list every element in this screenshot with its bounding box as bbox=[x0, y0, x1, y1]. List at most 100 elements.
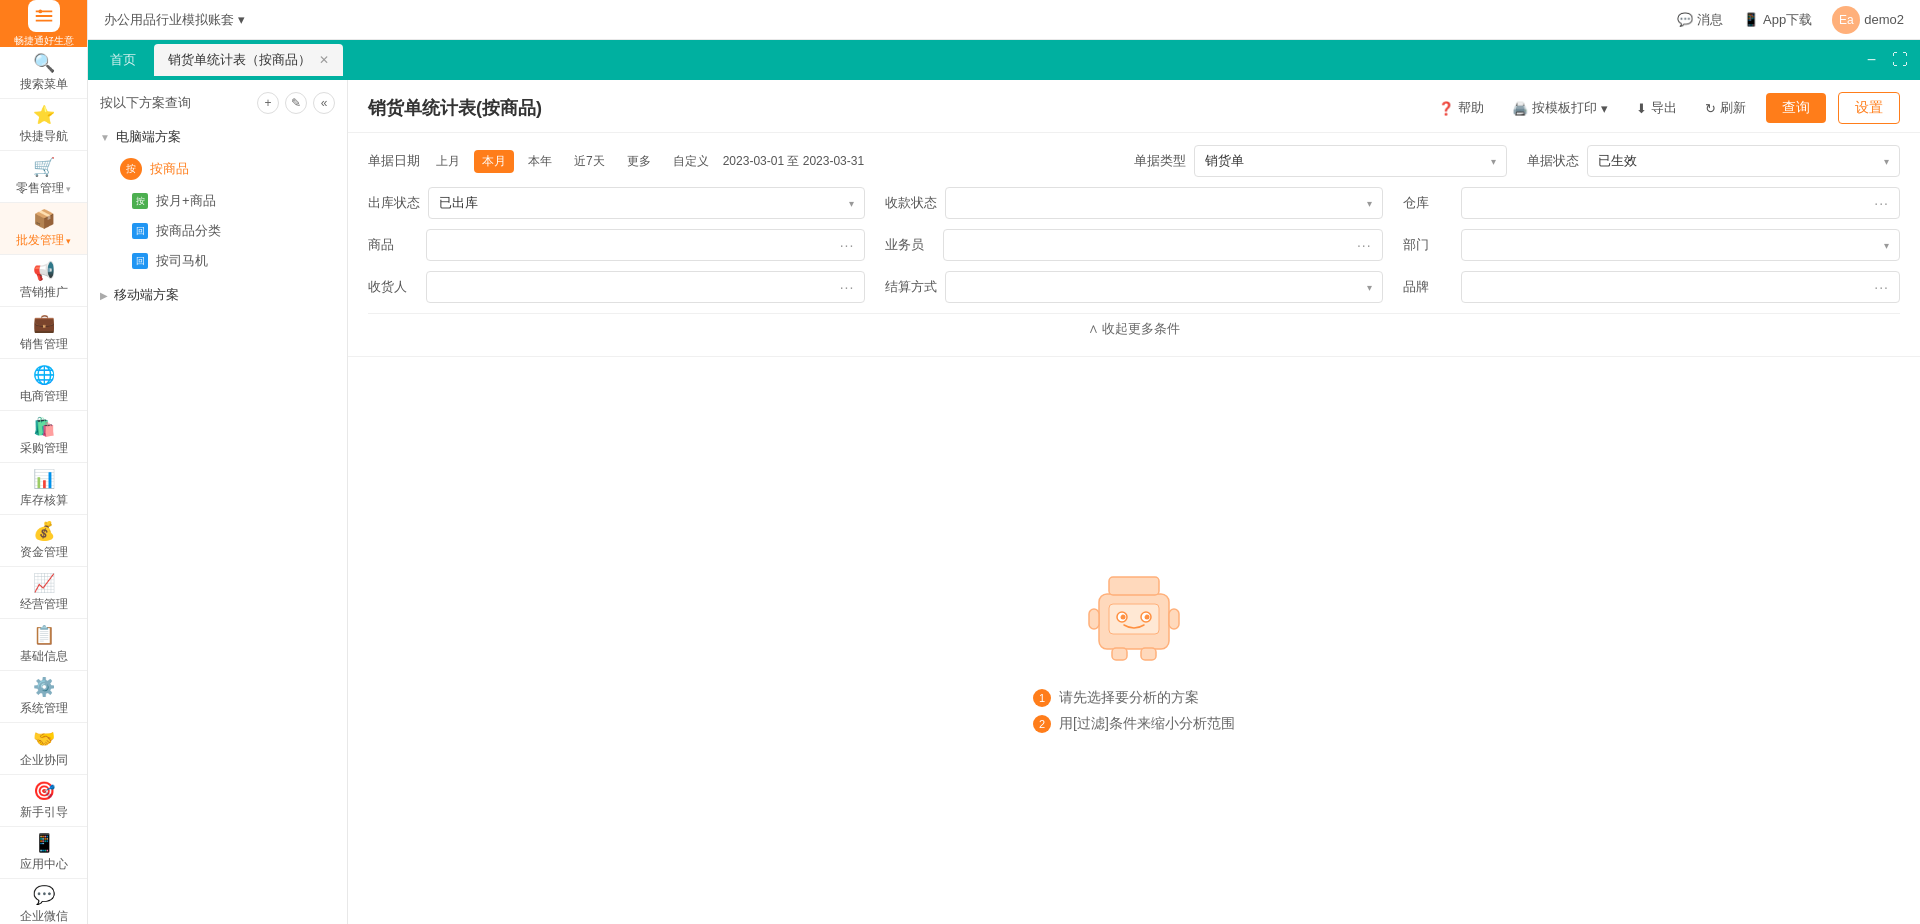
industry-selector[interactable]: 办公用品行业模拟账套 ▾ bbox=[104, 11, 245, 29]
salesperson-input[interactable]: ··· bbox=[943, 229, 1382, 261]
sidebar-item-purchase[interactable]: 🛍️ 采购管理 bbox=[0, 411, 88, 463]
svg-rect-11 bbox=[1141, 648, 1156, 660]
query-button[interactable]: 查询 bbox=[1766, 93, 1826, 123]
sidebar-item-finance[interactable]: 💰 资金管理 bbox=[0, 515, 88, 567]
outbound-status-input[interactable]: 已出库 ▾ bbox=[428, 187, 865, 219]
warehouse-label: 仓库 bbox=[1403, 194, 1453, 212]
receipt-status-input[interactable]: ▾ bbox=[945, 187, 1382, 219]
settings-button[interactable]: 设置 bbox=[1838, 92, 1900, 124]
solution-item-by-sima[interactable]: 回 按司马机 bbox=[88, 246, 347, 276]
tab-report[interactable]: 销货单统计表（按商品） ✕ bbox=[154, 44, 343, 76]
tab-expand-icon[interactable]: ⛶ bbox=[1888, 47, 1912, 73]
product-dots-icon[interactable]: ··· bbox=[840, 237, 855, 253]
date-btn-more[interactable]: 更多 bbox=[619, 150, 659, 173]
help-button[interactable]: ❓ 帮助 bbox=[1430, 95, 1492, 121]
sales-icon: 💼 bbox=[33, 312, 55, 334]
refresh-button[interactable]: ↻ 刷新 bbox=[1697, 95, 1754, 121]
sidebar-item-retail[interactable]: 🛒 零售管理 ▾ bbox=[0, 151, 88, 203]
date-btn-7days[interactable]: 近7天 bbox=[566, 150, 613, 173]
sidebar: 畅捷通好生意 🔍 搜索菜单 ⭐ 快捷导航 🛒 零售管理 ▾ 📦 批发管理 ▾ 📢… bbox=[0, 0, 88, 924]
message-button[interactable]: 💬 消息 bbox=[1677, 11, 1723, 29]
collapse-more-conditions-button[interactable]: ∧ 收起更多条件 bbox=[368, 313, 1900, 344]
doc-type-label: 单据类型 bbox=[1134, 152, 1186, 170]
tab-minimize-icon[interactable]: − bbox=[1863, 47, 1880, 73]
mobile-group-header[interactable]: ▶ 移动端方案 bbox=[88, 280, 347, 310]
svg-rect-9 bbox=[1169, 609, 1179, 629]
print-template-button[interactable]: 🖨️ 按模板打印 ▾ bbox=[1504, 95, 1616, 121]
marketing-icon: 📢 bbox=[33, 260, 55, 282]
settings-label: 设置 bbox=[1855, 99, 1883, 117]
sidebar-item-basic-info[interactable]: 📋 基础信息 bbox=[0, 619, 88, 671]
sidebar-item-marketing[interactable]: 📢 营销推广 bbox=[0, 255, 88, 307]
desktop-group-header[interactable]: ▼ 电脑端方案 bbox=[88, 122, 347, 152]
app-download-button[interactable]: 📱 App下载 bbox=[1743, 11, 1812, 29]
sidebar-item-wholesale[interactable]: 📦 批发管理 ▾ bbox=[0, 203, 88, 255]
doc-type-field: 单据类型 销货单 ▾ bbox=[1134, 145, 1507, 177]
date-btn-last-month[interactable]: 上月 bbox=[428, 150, 468, 173]
warehouse-dots-icon[interactable]: ··· bbox=[1874, 195, 1889, 211]
date-selector: 上月 本月 本年 近7天 更多 自定义 2023-03-01 至 2023-03… bbox=[428, 145, 1114, 177]
main-area: 办公用品行业模拟账套 ▾ 💬 消息 📱 App下载 Ea demo2 首页 bbox=[88, 0, 1920, 924]
product-input[interactable]: ··· bbox=[426, 229, 865, 261]
date-btn-this-year[interactable]: 本年 bbox=[520, 150, 560, 173]
dropdown-arrow-icon: ▾ bbox=[238, 12, 245, 27]
collapse-panel-button[interactable]: « bbox=[313, 92, 335, 114]
basic-info-icon: 📋 bbox=[33, 624, 55, 646]
system-icon: ⚙️ bbox=[33, 676, 55, 698]
date-btn-this-month[interactable]: 本月 bbox=[474, 150, 514, 173]
sidebar-item-quick-nav[interactable]: ⭐ 快捷导航 bbox=[0, 99, 88, 151]
receipt-status-label: 收款状态 bbox=[885, 194, 937, 212]
brand-input[interactable]: ··· bbox=[1461, 271, 1900, 303]
department-input[interactable]: ▾ bbox=[1461, 229, 1900, 261]
app-download-label: App下载 bbox=[1763, 11, 1812, 29]
user-profile[interactable]: Ea demo2 bbox=[1832, 6, 1904, 34]
empty-state: 1 请先选择要分析的方案 2 用[过滤]条件来缩小分析范围 bbox=[348, 357, 1920, 924]
sidebar-item-enterprise[interactable]: 🤝 企业协同 bbox=[0, 723, 88, 775]
query-label: 查询 bbox=[1782, 99, 1810, 117]
date-btn-custom[interactable]: 自定义 bbox=[665, 150, 717, 173]
sidebar-item-search-menu[interactable]: 🔍 搜索菜单 bbox=[0, 47, 88, 99]
warehouse-input[interactable]: ··· bbox=[1461, 187, 1900, 219]
left-panel-title: 按以下方案查询 bbox=[100, 94, 191, 112]
solution-item-by-month-product[interactable]: 按 按月+商品 bbox=[88, 186, 347, 216]
solution-item-by-product[interactable]: 按 按商品 bbox=[88, 152, 347, 186]
doc-type-input[interactable]: 销货单 ▾ bbox=[1194, 145, 1507, 177]
salesperson-dots-icon[interactable]: ··· bbox=[1357, 237, 1372, 253]
sidebar-item-sales[interactable]: 💼 销售管理 bbox=[0, 307, 88, 359]
tip-num-2: 2 bbox=[1033, 715, 1051, 733]
sidebar-item-newbie[interactable]: 🎯 新手引导 bbox=[0, 775, 88, 827]
sidebar-item-app-center[interactable]: 📱 应用中心 bbox=[0, 827, 88, 879]
left-panel-header-actions: + ✎ « bbox=[257, 92, 335, 114]
print-icon: 🖨️ bbox=[1512, 101, 1528, 116]
app-name: 畅捷通好生意 bbox=[14, 34, 74, 47]
pay-method-dropdown-icon: ▾ bbox=[1367, 282, 1372, 293]
tab-close-icon[interactable]: ✕ bbox=[319, 53, 329, 67]
recipient-input[interactable]: ··· bbox=[426, 271, 865, 303]
salesperson-label: 业务员 bbox=[885, 236, 935, 254]
tab-report-label: 销货单统计表（按商品） bbox=[168, 51, 311, 69]
logo-icon bbox=[28, 0, 60, 32]
desktop-group: ▼ 电脑端方案 按 按商品 按 按月+商品 bbox=[88, 122, 347, 276]
print-template-label: 按模板打印 bbox=[1532, 99, 1597, 117]
filter-row-2: 出库状态 已出库 ▾ 收款状态 ▾ 仓库 bbox=[368, 187, 1900, 219]
tab-bar-actions: − ⛶ bbox=[1863, 47, 1912, 73]
doc-type-dropdown-icon: ▾ bbox=[1491, 156, 1496, 167]
sidebar-item-ecommerce[interactable]: 🌐 电商管理 bbox=[0, 359, 88, 411]
export-button[interactable]: ⬇ 导出 bbox=[1628, 95, 1685, 121]
brand-dots-icon[interactable]: ··· bbox=[1874, 279, 1889, 295]
app-center-icon: 📱 bbox=[33, 832, 55, 854]
warehouse-field: 仓库 ··· bbox=[1403, 187, 1900, 219]
svg-point-12 bbox=[1119, 613, 1122, 616]
recipient-dots-icon[interactable]: ··· bbox=[840, 279, 855, 295]
export-label: 导出 bbox=[1651, 99, 1677, 117]
solution-item-by-category[interactable]: 回 按商品分类 bbox=[88, 216, 347, 246]
add-scheme-button[interactable]: + bbox=[257, 92, 279, 114]
edit-scheme-button[interactable]: ✎ bbox=[285, 92, 307, 114]
sidebar-item-system[interactable]: ⚙️ 系统管理 bbox=[0, 671, 88, 723]
sidebar-item-inventory[interactable]: 📊 库存核算 bbox=[0, 463, 88, 515]
pay-method-input[interactable]: ▾ bbox=[945, 271, 1382, 303]
tab-home[interactable]: 首页 bbox=[96, 44, 150, 76]
sidebar-item-operations[interactable]: 📈 经营管理 bbox=[0, 567, 88, 619]
doc-status-input[interactable]: 已生效 ▾ bbox=[1587, 145, 1900, 177]
sidebar-item-wechat[interactable]: 💬 企业微信 bbox=[0, 879, 88, 924]
